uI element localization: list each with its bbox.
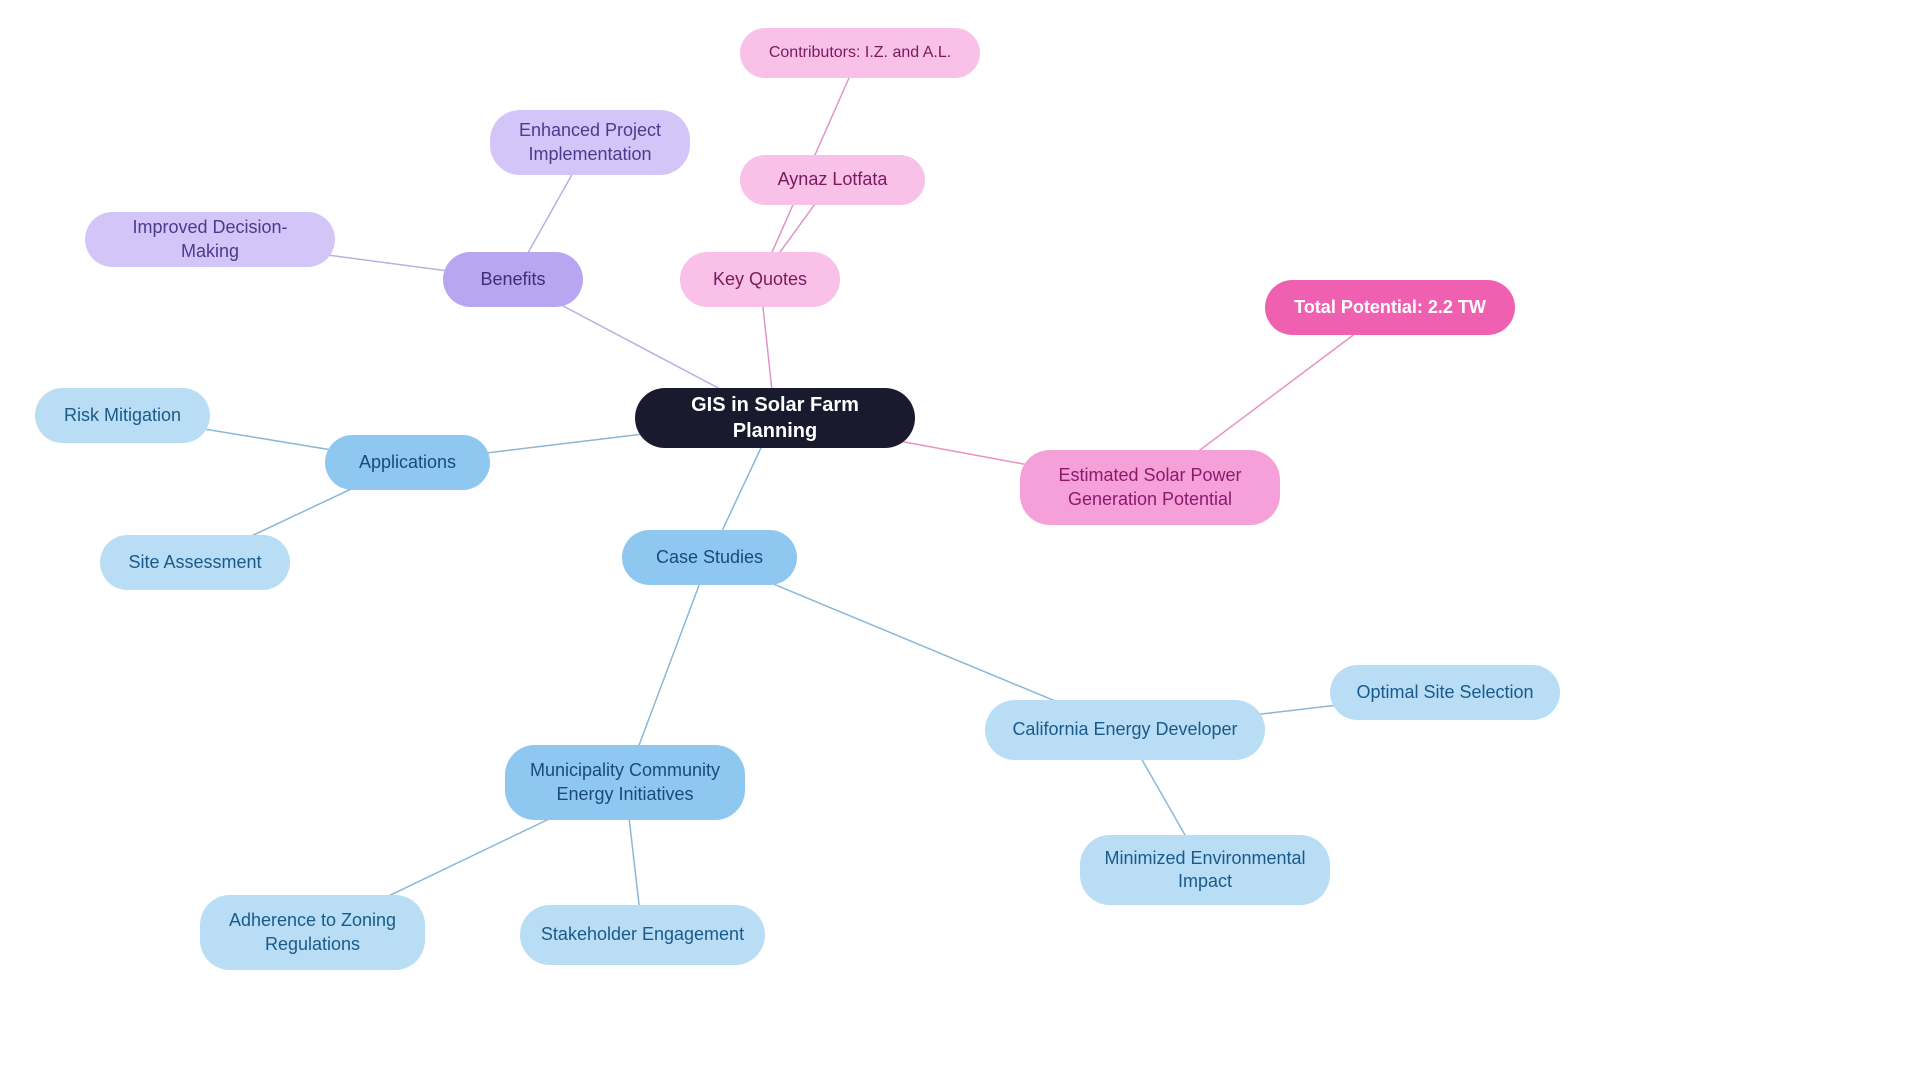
applications-node: Applications	[325, 435, 490, 490]
enhanced-project-node: Enhanced ProjectImplementation	[490, 110, 690, 175]
benefits-node: Benefits	[443, 252, 583, 307]
case-studies-node: Case Studies	[622, 530, 797, 585]
total-potential-node: Total Potential: 2.2 TW	[1265, 280, 1515, 335]
site-assessment-node: Site Assessment	[100, 535, 290, 590]
aynaz-node: Aynaz Lotfata	[740, 155, 925, 205]
optimal-site-node: Optimal Site Selection	[1330, 665, 1560, 720]
contributors-node: Contributors: I.Z. and A.L.	[740, 28, 980, 78]
adherence-node: Adherence to ZoningRegulations	[200, 895, 425, 970]
municipality-node: Municipality CommunityEnergy Initiatives	[505, 745, 745, 820]
estimated-solar-node: Estimated Solar PowerGeneration Potentia…	[1020, 450, 1280, 525]
risk-mitigation-node: Risk Mitigation	[35, 388, 210, 443]
enhanced-project-label: Enhanced ProjectImplementation	[519, 119, 661, 166]
adherence-label: Adherence to ZoningRegulations	[229, 909, 396, 956]
stakeholder-node: Stakeholder Engagement	[520, 905, 765, 965]
estimated-solar-label: Estimated Solar PowerGeneration Potentia…	[1058, 464, 1241, 511]
california-energy-node: California Energy Developer	[985, 700, 1265, 760]
improved-decision-node: Improved Decision-Making	[85, 212, 335, 267]
key-quotes-node: Key Quotes	[680, 252, 840, 307]
municipality-label: Municipality CommunityEnergy Initiatives	[530, 759, 720, 806]
center-node: GIS in Solar Farm Planning	[635, 388, 915, 448]
minimized-env-node: Minimized EnvironmentalImpact	[1080, 835, 1330, 905]
minimized-env-label: Minimized EnvironmentalImpact	[1104, 847, 1305, 894]
